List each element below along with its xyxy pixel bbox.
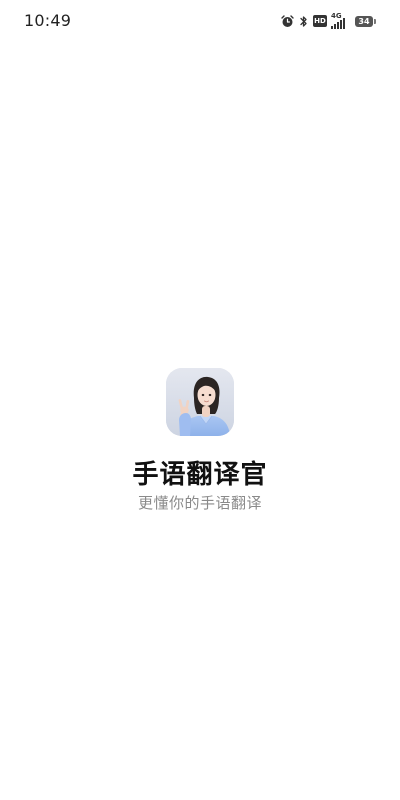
battery-level: 34 [355,15,373,27]
sign-language-avatar-icon [166,368,234,436]
app-slogan: 更懂你的手语翻译 [137,494,262,512]
splash-screen: 10:49 HD 4G 34 手语翻译官 更懂你的手语翻译 [0,0,400,800]
status-time: 10:49 [24,11,72,30]
signal-4g-icon: 4G [331,12,351,29]
battery-icon: 34 [355,15,376,27]
hd-icon: HD [313,15,327,27]
status-bar: 10:49 HD 4G 34 [0,0,400,40]
bluetooth-icon [298,15,309,28]
status-icons: HD 4G 34 [281,12,376,30]
app-name: 手语翻译官 [132,460,268,490]
signal-bars [331,18,345,29]
alarm-icon [281,14,294,28]
